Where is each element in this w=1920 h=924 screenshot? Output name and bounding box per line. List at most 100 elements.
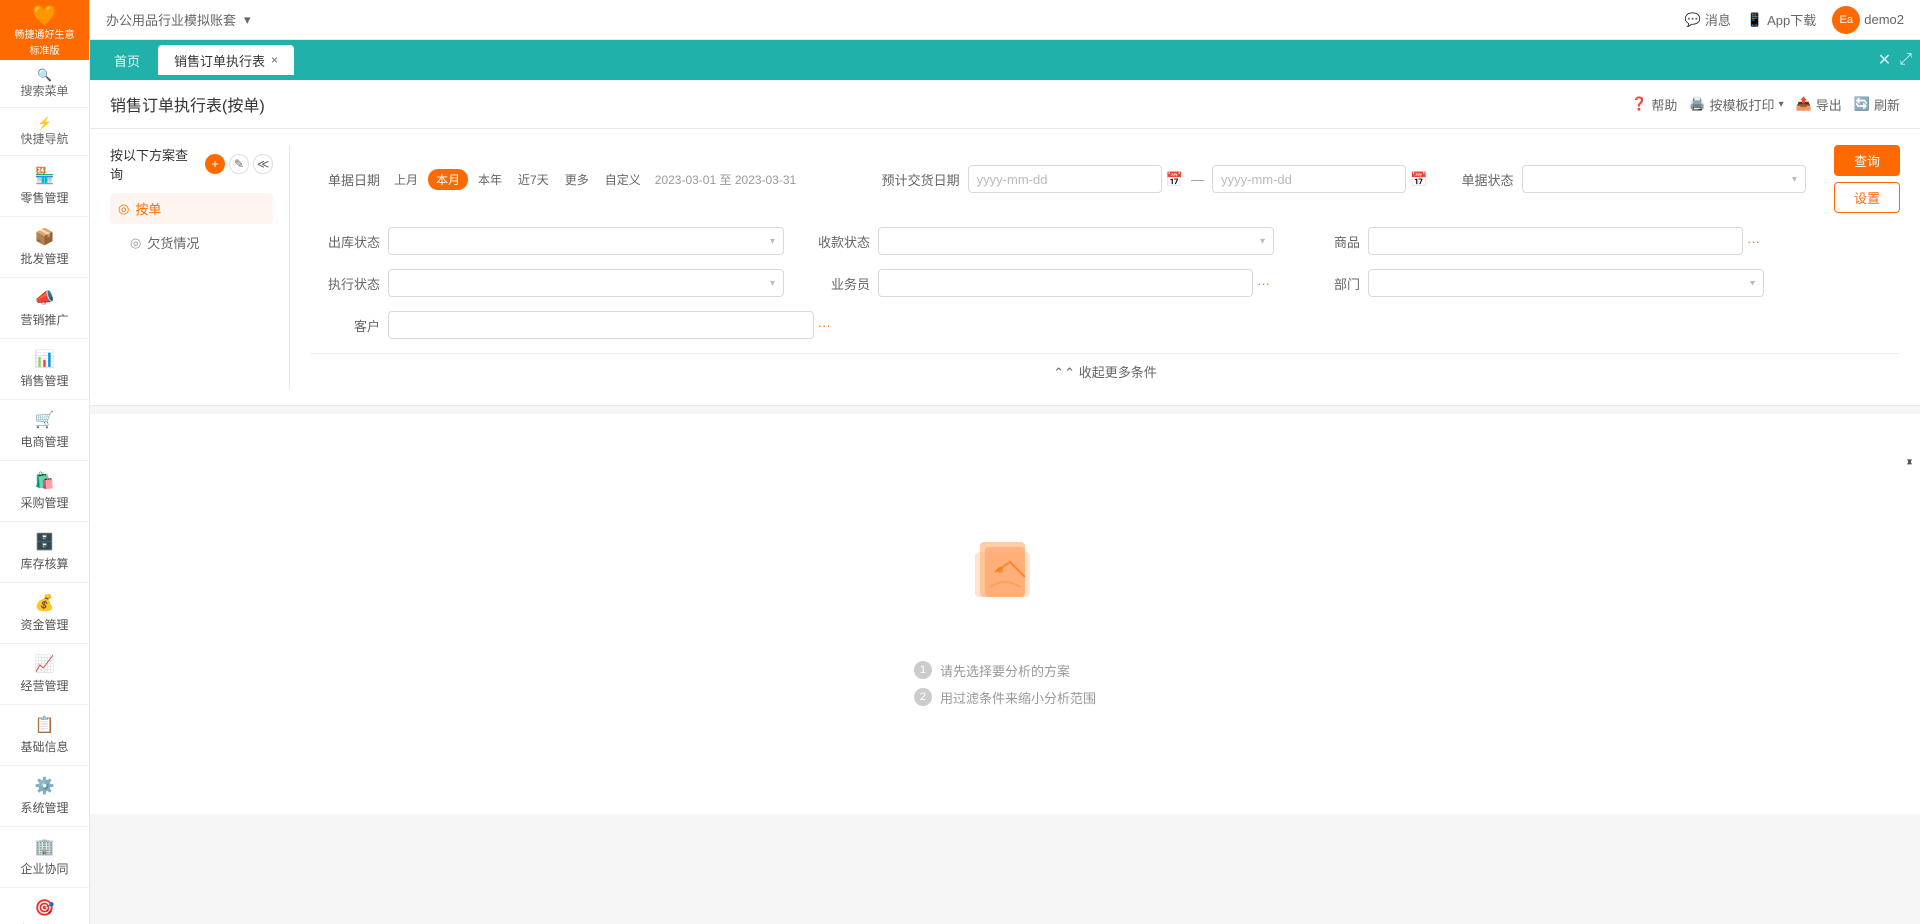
header-actions: 💬 消息 📱 App下载 Ea demo2 — [1685, 6, 1904, 34]
filter-field-out-status: 出库状态 ▾ — [310, 227, 784, 255]
goods-more-icon[interactable]: ··· — [1743, 234, 1764, 249]
date-range-text: 2023-03-01 至 2023-03-31 — [655, 171, 796, 188]
collapse-sidebar-button[interactable]: ≪ — [253, 154, 273, 174]
page-header: 销售订单执行表(按单) ❓ 帮助 🖨️ 按模板打印 ▾ 📤 导出 🔄 刷新 — [90, 80, 1920, 129]
delivery-end-input[interactable] — [1212, 165, 1406, 193]
payment-status-arrow-icon: ▾ — [1260, 236, 1265, 247]
filter-row-2: 出库状态 ▾ 收款状态 — [310, 227, 1900, 255]
tip1-num: 1 — [914, 661, 932, 679]
date-control: 上月 本月 本年 近7天 更多 自定义 2023-03-01 至 2023-03… — [388, 169, 854, 190]
sidebar-item-search[interactable]: 🔍 搜索菜单 — [0, 60, 89, 108]
sidebar-item-basic[interactable]: 📋 基础信息 — [0, 705, 89, 766]
sub-item-label: 欠货情况 — [147, 233, 199, 252]
query-button[interactable]: 查询 — [1834, 145, 1900, 176]
filter-sidebar: 按以下方案查询 + ✎ ≪ — [110, 145, 290, 389]
sidebar-item-retail[interactable]: 🏪 零售管理 ▾ — [0, 156, 89, 217]
date-tab-last-month[interactable]: 上月 — [388, 169, 424, 190]
add-plan-button[interactable]: + — [205, 154, 225, 174]
sidebar-item-marketing[interactable]: 📣 营销推广 — [0, 278, 89, 339]
payment-status-select[interactable]: ▾ — [878, 227, 1274, 255]
goods-input[interactable] — [1368, 227, 1743, 255]
collapse-icon: ⌃⌃ — [1053, 365, 1075, 380]
tab-sales-execution[interactable]: 销售订单执行表 × — [158, 45, 294, 75]
salesperson-more-icon[interactable]: ··· — [1253, 276, 1274, 291]
breadcrumb-arrow-icon[interactable]: ▾ — [244, 12, 251, 28]
print-label: 按模板打印 — [1710, 95, 1775, 114]
customer-more-icon[interactable]: ··· — [814, 318, 835, 333]
out-status-label: 出库状态 — [310, 232, 380, 251]
sidebar-item-system[interactable]: ⚙️ 系统管理 — [0, 766, 89, 827]
date-dash: — — [1187, 172, 1208, 187]
sidebar-item-purchase[interactable]: 🛍️ 采购管理 — [0, 461, 89, 522]
exec-status-arrow-icon: ▾ — [770, 278, 775, 289]
settings-button[interactable]: 设置 — [1834, 182, 1900, 213]
user-profile[interactable]: Ea demo2 — [1832, 6, 1904, 34]
message-icon: 💬 — [1685, 12, 1701, 28]
out-status-select[interactable]: ▾ — [388, 227, 784, 255]
help-label: 帮助 — [1651, 95, 1677, 114]
app-download-button[interactable]: 📱 App下载 — [1747, 10, 1816, 29]
date-tab-custom[interactable]: 自定义 — [599, 169, 647, 190]
filter-sidebar-icons: + ✎ ≪ — [205, 154, 273, 174]
collapse-more-button[interactable]: ⌃⌃ 收起更多条件 — [310, 353, 1900, 389]
date-tab-this-month[interactable]: 本月 — [428, 169, 468, 190]
out-status-arrow-icon: ▾ — [770, 236, 775, 247]
tab-home[interactable]: 首页 — [98, 45, 156, 75]
tab-expand-icon[interactable]: ⤢ — [1899, 51, 1912, 69]
sidebar-item-newuser[interactable]: 🎯 新手引导 — [0, 888, 89, 924]
tab-close-window-icon[interactable]: ✕ — [1878, 50, 1891, 70]
page-header-actions: ❓ 帮助 🖨️ 按模板打印 ▾ 📤 导出 🔄 刷新 — [1631, 95, 1900, 114]
refresh-button[interactable]: 🔄 刷新 — [1854, 95, 1900, 114]
filter-field-status: 单据状态 ▾ — [1444, 165, 1806, 193]
delivery-start-input[interactable] — [968, 165, 1162, 193]
filter-field-date: 单据日期 上月 本月 本年 近7天 更多 自定义 20 — [310, 169, 854, 190]
sidebar-item-enterprise[interactable]: 🏢 企业协同 — [0, 827, 89, 888]
sidebar-item-inventory[interactable]: 🗄️ 库存核算 — [0, 522, 89, 583]
sidebar-item-sales[interactable]: 📊 销售管理 — [0, 339, 89, 400]
sidebar-item-ecommerce[interactable]: 🛒 电商管理 — [0, 400, 89, 461]
sub-item-icon: ◎ — [130, 235, 141, 251]
top-header: 办公用品行业模拟账套 ▾ 💬 消息 📱 App下载 Ea demo2 — [90, 0, 1920, 40]
filter-field-delivery: 预计交货日期 📅 — 📅 — [870, 165, 1428, 193]
date-tab-more[interactable]: 更多 — [559, 169, 595, 190]
sidebar-item-quicknav[interactable]: ⚡ 快捷导航 — [0, 108, 89, 156]
customer-input[interactable] — [388, 311, 814, 339]
empty-state: 1 请先选择要分析的方案 2 用过滤条件来缩小分析范围 — [90, 414, 1920, 814]
status-select[interactable]: ▾ — [1522, 165, 1806, 193]
filter-field-salesperson: 业务员 ··· — [800, 269, 1274, 297]
filter-actions: 查询 设置 — [1834, 145, 1900, 213]
date-range-delivery: 📅 — 📅 — [968, 165, 1428, 193]
avatar: Ea — [1832, 6, 1860, 34]
plan-item-by-order[interactable]: ◎ 按单 — [110, 193, 273, 224]
salesperson-control: ··· — [878, 269, 1274, 297]
empty-tip-2: 2 用过滤条件来缩小分析范围 — [914, 688, 1096, 707]
plan-sub-item-shortage[interactable]: ◎ 欠货情况 — [110, 228, 273, 257]
edit-plan-button[interactable]: ✎ — [229, 154, 249, 174]
exec-status-label: 执行状态 — [310, 274, 380, 293]
payment-status-control: ▾ — [878, 227, 1274, 255]
filter-field-goods: 商品 ··· — [1290, 227, 1764, 255]
filter-sidebar-title: 按以下方案查询 + ✎ ≪ — [110, 145, 273, 183]
salesperson-input[interactable] — [878, 269, 1253, 297]
logo-text: 畅捷通好生意 — [15, 30, 75, 42]
messages-button[interactable]: 💬 消息 — [1685, 10, 1731, 29]
print-button[interactable]: 🖨️ 按模板打印 ▾ — [1689, 95, 1783, 114]
tab-close-icon[interactable]: × — [271, 53, 278, 67]
help-button[interactable]: ❓ 帮助 — [1631, 95, 1677, 114]
sidebar-item-business[interactable]: 📈 经营管理 — [0, 644, 89, 705]
date-tab-this-year[interactable]: 本年 — [472, 169, 508, 190]
avatar-text: Ea — [1840, 14, 1853, 26]
department-select[interactable]: ▾ — [1368, 269, 1764, 297]
sidebar-item-finance[interactable]: 💰 资金管理 — [0, 583, 89, 644]
print-icon: 🖨️ — [1689, 96, 1705, 112]
tab-active-label: 销售订单执行表 — [174, 51, 265, 70]
page-title: 销售订单执行表(按单) — [110, 92, 265, 116]
date-tab-7days[interactable]: 近7天 — [512, 169, 555, 190]
calendar-start-icon[interactable]: 📅 — [1166, 171, 1183, 188]
export-button[interactable]: 📤 导出 — [1796, 95, 1842, 114]
breadcrumb: 办公用品行业模拟账套 ▾ — [106, 10, 251, 29]
filter-row-3: 执行状态 ▾ 业务员 — [310, 269, 1900, 297]
exec-status-select[interactable]: ▾ — [388, 269, 784, 297]
sidebar-item-wholesale[interactable]: 📦 批发管理 ▴ — [0, 217, 89, 278]
calendar-end-icon[interactable]: 📅 — [1410, 171, 1427, 188]
